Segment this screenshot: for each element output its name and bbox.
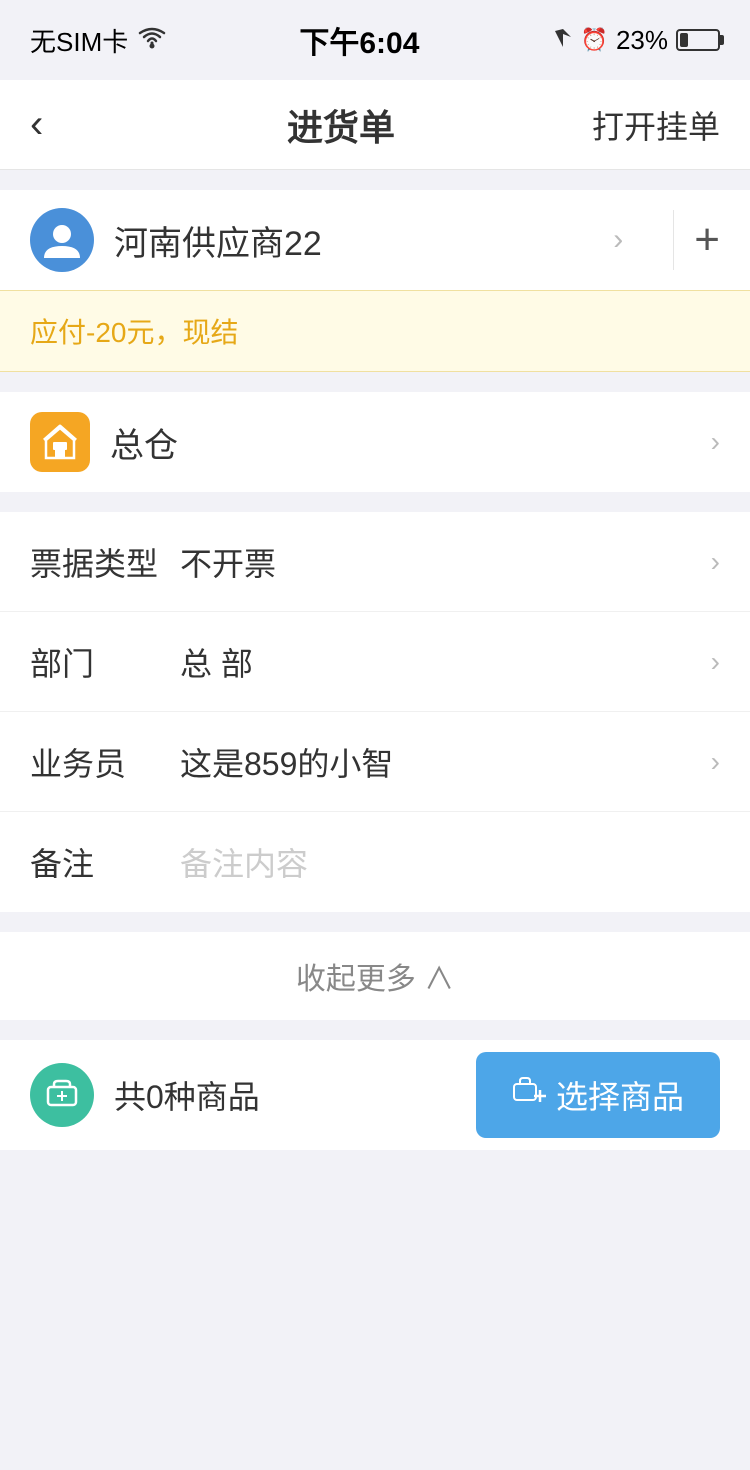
notice-bar: 应付-20元，现结 [0,290,750,372]
warehouse-section[interactable]: 总仓 › [0,392,750,492]
product-icon [30,1063,94,1127]
select-product-icon [512,1076,546,1114]
form-section: 票据类型 不开票 › 部门 总 部 › 业务员 这是859的小智 › 备注 备注… [0,512,750,912]
status-right: ⏰ 23% [553,25,720,56]
nav-bar: ‹ 进货单 打开挂单 [0,80,750,170]
page-title: 进货单 [287,99,395,151]
open-pending-button[interactable]: 打开挂单 [592,102,720,148]
location-icon [553,25,573,56]
warehouse-name: 总仓 [110,418,711,467]
sales-chevron-icon: › [711,746,720,778]
remark-input[interactable]: 备注内容 [180,839,720,885]
supplier-avatar [30,208,94,272]
cart-icon [42,1075,82,1115]
dept-row[interactable]: 部门 总 部 › [0,612,750,712]
carrier-text: 无SIM卡 [30,22,128,59]
supplier-chevron-icon: › [613,223,623,257]
battery-percent: 23% [616,25,668,56]
supplier-section: 河南供应商22 › + [0,190,750,290]
sales-row[interactable]: 业务员 这是859的小智 › [0,712,750,812]
dept-chevron-icon: › [711,646,720,678]
product-section: 共0种商品 选择商品 [0,1040,750,1150]
alarm-icon: ⏰ [581,27,608,53]
person-icon [42,220,82,260]
warehouse-row[interactable]: 总仓 › [0,392,750,492]
sales-value: 这是859的小智 [180,739,711,785]
remark-label: 备注 [30,839,170,885]
dept-label: 部门 [30,639,170,685]
collapse-label: 收起更多 ∧ [296,954,454,998]
invoice-chevron-icon: › [711,546,720,578]
back-button[interactable]: ‹ [30,102,90,147]
notice-text: 应付-20元，现结 [30,317,238,348]
battery-icon [676,29,720,51]
invoice-row[interactable]: 票据类型 不开票 › [0,512,750,612]
house-icon [42,424,78,460]
collapse-section[interactable]: 收起更多 ∧ [0,932,750,1020]
supplier-right: › + [613,210,720,270]
status-time: 下午6:04 [299,18,419,62]
select-product-label: 选择商品 [556,1072,684,1118]
status-bar: 无SIM卡 下午6:04 ⏰ 23% [0,0,750,80]
add-cart-icon [512,1076,546,1106]
remark-row[interactable]: 备注 备注内容 [0,812,750,912]
bottom-bg [0,1170,750,1470]
sales-label: 业务员 [30,739,170,785]
status-carrier: 无SIM卡 [30,22,166,59]
wifi-icon [138,25,166,56]
warehouse-chevron-icon: › [711,426,720,458]
add-supplier-button[interactable]: + [694,215,720,265]
product-count-label: 共0种商品 [114,1072,476,1118]
warehouse-icon [30,412,90,472]
main-content: 河南供应商22 › + 应付-20元，现结 总仓 › [0,170,750,1470]
invoice-value: 不开票 [180,539,711,585]
divider-top [0,170,750,190]
supplier-row[interactable]: 河南供应商22 › + [30,190,720,290]
vertical-divider [673,210,674,270]
supplier-name: 河南供应商22 [114,216,613,265]
select-product-button[interactable]: 选择商品 [476,1052,720,1138]
invoice-label: 票据类型 [30,539,170,585]
dept-value: 总 部 [180,639,711,685]
